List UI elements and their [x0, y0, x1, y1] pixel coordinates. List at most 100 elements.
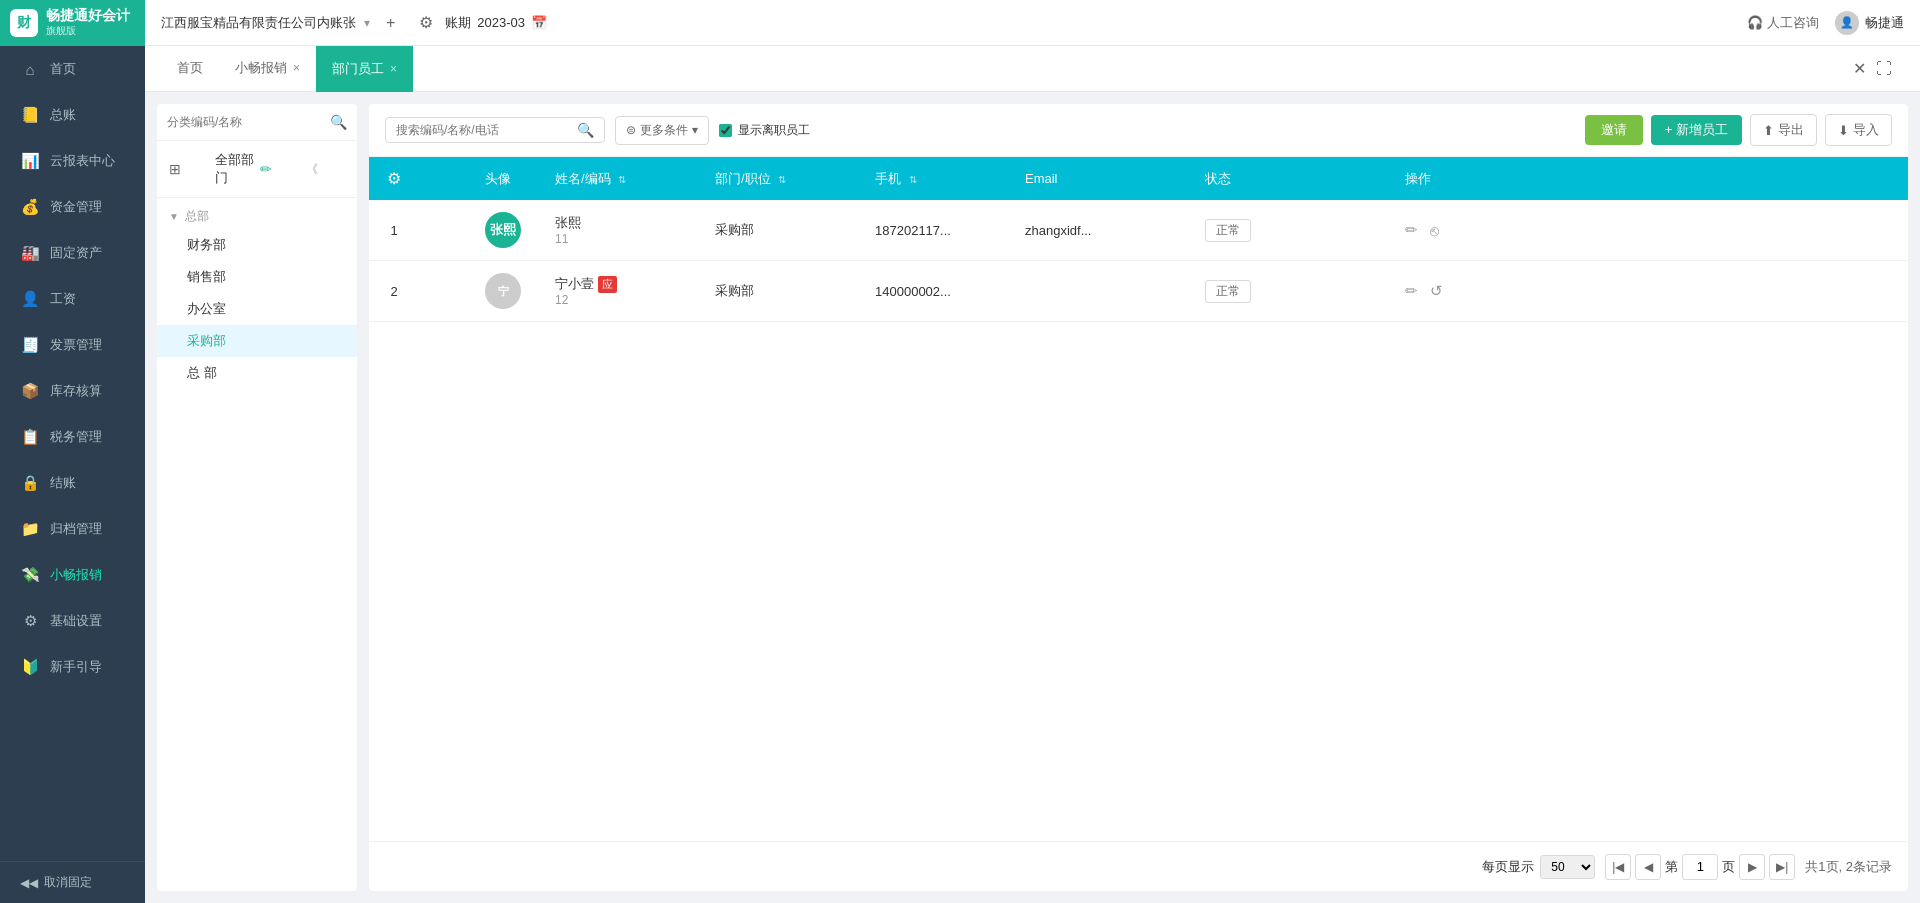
close-window-button[interactable]: ✕ [1853, 59, 1866, 78]
more-filter-button[interactable]: ⊜ 更多条件 ▾ [615, 116, 709, 145]
home-icon: ⌂ [20, 61, 40, 78]
dept-edit-icon[interactable]: ✏ [260, 161, 300, 177]
dept-group-root: ▼ 总部 财务部 销售部 办公室 采购部 [157, 198, 357, 395]
sidebar-item-guide[interactable]: 🔰 新手引导 [0, 644, 145, 690]
invite-button[interactable]: 邀请 [1585, 115, 1643, 145]
tax-icon: 📋 [20, 428, 40, 446]
col-settings[interactable]: ⚙ [369, 157, 419, 200]
employee-search-input[interactable] [396, 123, 571, 137]
all-dept-label: 全部部门 [215, 151, 255, 187]
sidebar-item-basic-settings[interactable]: ⚙ 基础设置 [0, 598, 145, 644]
tab-home[interactable]: 首页 [161, 46, 219, 92]
page-navigation: |◀ ◀ 第 页 ▶ ▶| [1605, 854, 1795, 880]
collapse-icon[interactable]: 《 [306, 161, 346, 178]
col-phone[interactable]: 手机 ⇅ [859, 157, 1009, 200]
service-label: 人工咨询 [1767, 14, 1819, 32]
refresh-icon[interactable]: ↺ [1430, 282, 1443, 300]
sidebar-item-inventory[interactable]: 📦 库存核算 [0, 368, 145, 414]
basic-settings-icon: ⚙ [20, 612, 40, 630]
dept-sales[interactable]: 销售部 [157, 261, 357, 293]
first-page-button[interactable]: |◀ [1605, 854, 1631, 880]
sidebar-item-salary[interactable]: 👤 工资 [0, 276, 145, 322]
dept-grid-icon: ⊞ [169, 161, 209, 177]
dept-general[interactable]: 总 部 [157, 357, 357, 389]
sidebar-item-label: 结账 [50, 474, 76, 492]
row2-avatar: 宁 [469, 261, 539, 322]
logout-icon[interactable]: ⎋ [1430, 222, 1439, 239]
sidebar-item-reports[interactable]: 📊 云报表中心 [0, 138, 145, 184]
export-button[interactable]: ⬆ 导出 [1750, 114, 1817, 146]
show-resign-input[interactable] [719, 124, 732, 137]
tab-dept-employee-close[interactable]: × [390, 62, 397, 76]
sidebar-item-label: 云报表中心 [50, 152, 115, 170]
row1-name-code: 张熙 11 [539, 200, 699, 261]
prev-page-button[interactable]: ◀ [1635, 854, 1661, 880]
dept-finance[interactable]: 财务部 [157, 229, 357, 261]
tab-dept-employee[interactable]: 部门员工 × [316, 46, 413, 92]
xiaochang-icon: 💸 [20, 566, 40, 584]
last-page-button[interactable]: ▶| [1769, 854, 1795, 880]
sidebar-item-capital[interactable]: 💰 资金管理 [0, 184, 145, 230]
page-number-input[interactable] [1682, 854, 1718, 880]
edit-icon[interactable]: ✏ [1405, 282, 1418, 300]
employee-search-icon[interactable]: 🔍 [577, 122, 594, 138]
user-menu[interactable]: 👤 畅捷通 [1835, 11, 1904, 35]
per-page-select[interactable]: 10 20 50 100 [1540, 855, 1595, 879]
pagination: 每页显示 10 20 50 100 |◀ ◀ 第 页 [369, 841, 1908, 891]
show-resign-checkbox[interactable]: 显示离职员工 [719, 122, 810, 139]
sidebar-item-label: 总账 [50, 106, 76, 124]
cancel-pin-button[interactable]: ◀◀ 取消固定 [0, 861, 145, 903]
sidebar-item-label: 固定资产 [50, 244, 102, 262]
row2-num: 2 [369, 261, 419, 322]
tab-xiaochang-close[interactable]: × [293, 61, 300, 75]
export-icon: ⬆ [1763, 123, 1774, 138]
import-button[interactable]: ⬇ 导入 [1825, 114, 1892, 146]
edit-icon[interactable]: ✏ [1405, 221, 1418, 239]
service-button[interactable]: 🎧 人工咨询 [1747, 14, 1819, 32]
main-layout: ⌂ 首页 📒 总账 📊 云报表中心 💰 资金管理 🏭 固定资产 👤 工资 🧾 发… [0, 46, 1920, 903]
col-dept-position[interactable]: 部门/职位 ⇅ [699, 157, 859, 200]
per-page-label: 每页显示 [1482, 858, 1534, 876]
row2-email [1009, 261, 1189, 322]
row1-phone: 187202117... [859, 200, 1009, 261]
next-page-button[interactable]: ▶ [1739, 854, 1765, 880]
dept-search-icon[interactable]: 🔍 [330, 114, 347, 130]
period-selector[interactable]: 账期 2023-03 📅 [445, 14, 547, 32]
tab-bar: 首页 小畅报销 × 部门员工 × ✕ ⛶ [145, 46, 1920, 92]
add-button[interactable]: + [382, 10, 399, 36]
sidebar-item-fixed-assets[interactable]: 🏭 固定资产 [0, 230, 145, 276]
total-info: 共1页, 2条记录 [1805, 858, 1892, 876]
sidebar-item-invoice[interactable]: 🧾 发票管理 [0, 322, 145, 368]
pin-left-icon: ◀◀ [20, 876, 38, 890]
app-subtitle: 旗舰版 [46, 24, 130, 38]
add-employee-button[interactable]: + 新增员工 [1651, 115, 1742, 145]
maximize-button[interactable]: ⛶ [1876, 60, 1892, 78]
employee-name: 张熙 [555, 214, 683, 232]
column-settings-icon: ⚙ [387, 170, 401, 187]
sidebar-item-tax[interactable]: 📋 税务管理 [0, 414, 145, 460]
sidebar-item-archive[interactable]: 📁 归档管理 [0, 506, 145, 552]
cancel-pin-label: 取消固定 [44, 874, 92, 891]
sidebar-item-xiaochang[interactable]: 💸 小畅报销 [0, 552, 145, 598]
all-dept-item[interactable]: ⊞ 全部部门 ✏ 《 [157, 141, 357, 198]
app-title: 畅捷通好会计 [46, 7, 130, 24]
export-label: 导出 [1778, 121, 1804, 139]
sidebar-item-ledger[interactable]: 📒 总账 [0, 92, 145, 138]
sidebar-item-home[interactable]: ⌂ 首页 [0, 46, 145, 92]
row1-dept: 采购部 [699, 200, 859, 261]
row1-status: 正常 [1189, 200, 1389, 261]
company-selector[interactable]: 江西服宝精品有限责任公司内账张 ▾ [161, 14, 370, 32]
filter-icon: ⊜ [626, 123, 636, 137]
reports-icon: 📊 [20, 152, 40, 170]
dept-purchase[interactable]: 采购部 [157, 325, 357, 357]
tab-xiaochang[interactable]: 小畅报销 × [219, 46, 316, 92]
sort-phone-icon: ⇅ [909, 174, 917, 185]
avatar: 张熙 [485, 212, 521, 248]
col-name-code[interactable]: 姓名/编码 ⇅ [539, 157, 699, 200]
sidebar-item-closing[interactable]: 🔒 结账 [0, 460, 145, 506]
status-badge: 正常 [1205, 219, 1251, 242]
dept-search-input[interactable] [167, 115, 324, 129]
settings-button[interactable]: ⚙ [415, 9, 437, 36]
employee-search-box[interactable]: 🔍 [385, 117, 605, 143]
dept-office[interactable]: 办公室 [157, 293, 357, 325]
